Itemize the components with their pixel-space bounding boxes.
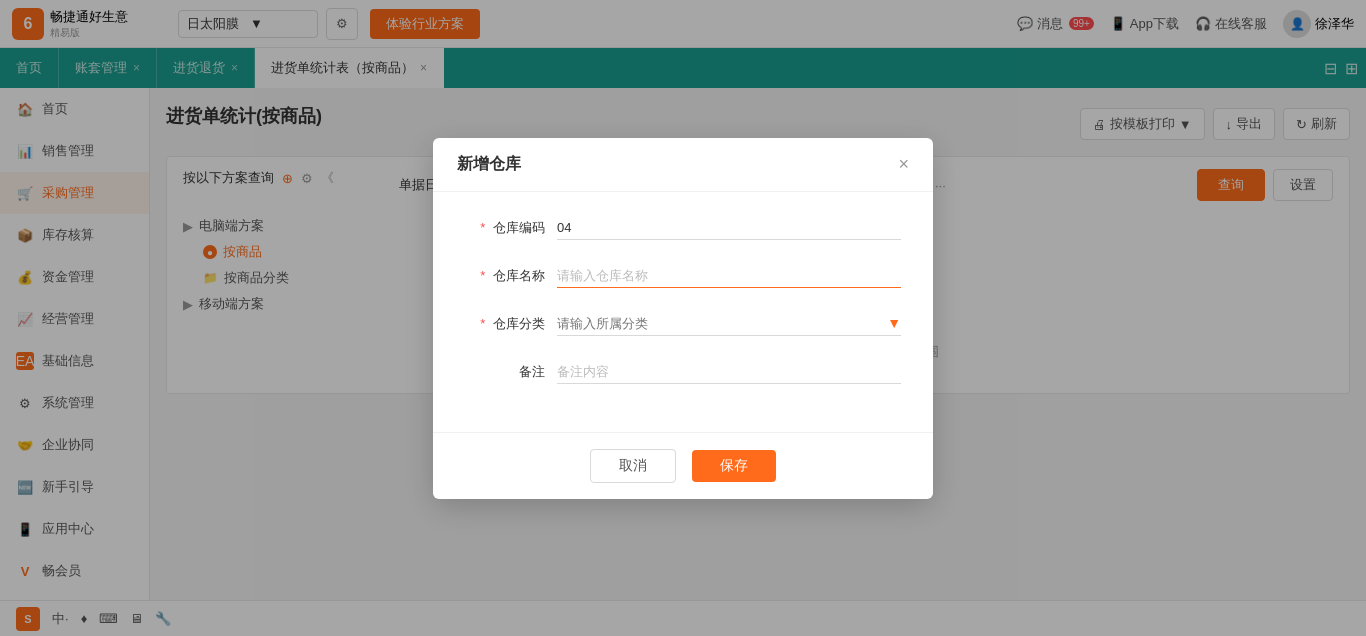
required-mark-code: * xyxy=(480,220,485,235)
form-row-code: * 仓库编码 xyxy=(465,216,901,240)
warehouse-note-input[interactable] xyxy=(557,360,901,384)
form-row-note: 备注 xyxy=(465,360,901,384)
form-row-name: * 仓库名称 xyxy=(465,264,901,288)
cancel-button[interactable]: 取消 xyxy=(590,449,676,483)
form-label-name: * 仓库名称 xyxy=(465,267,545,285)
required-mark-name: * xyxy=(480,268,485,283)
category-label: 仓库分类 xyxy=(493,316,545,331)
warehouse-name-input[interactable] xyxy=(557,264,901,288)
modal-body: * 仓库编码 * 仓库名称 * 仓库分类 xyxy=(433,192,933,432)
form-row-category: * 仓库分类 ▼ xyxy=(465,312,901,336)
category-select-input[interactable] xyxy=(557,312,887,335)
note-label: 备注 xyxy=(519,364,545,379)
form-label-code: * 仓库编码 xyxy=(465,219,545,237)
modal-overlay: 新增仓库 × * 仓库编码 * 仓库名称 xyxy=(0,0,1366,636)
form-label-note: 备注 xyxy=(465,363,545,381)
save-button[interactable]: 保存 xyxy=(692,450,776,482)
code-label: 仓库编码 xyxy=(493,220,545,235)
modal-footer: 取消 保存 xyxy=(433,432,933,499)
modal-header: 新增仓库 × xyxy=(433,138,933,192)
form-label-category: * 仓库分类 xyxy=(465,315,545,333)
category-select-wrapper: ▼ xyxy=(557,312,901,336)
required-mark-category: * xyxy=(480,316,485,331)
name-label: 仓库名称 xyxy=(493,268,545,283)
modal-title: 新增仓库 xyxy=(457,154,521,175)
modal-new-warehouse: 新增仓库 × * 仓库编码 * 仓库名称 xyxy=(433,138,933,499)
category-dropdown-icon[interactable]: ▼ xyxy=(887,315,901,331)
warehouse-code-input[interactable] xyxy=(557,216,901,240)
modal-close-icon[interactable]: × xyxy=(898,154,909,175)
